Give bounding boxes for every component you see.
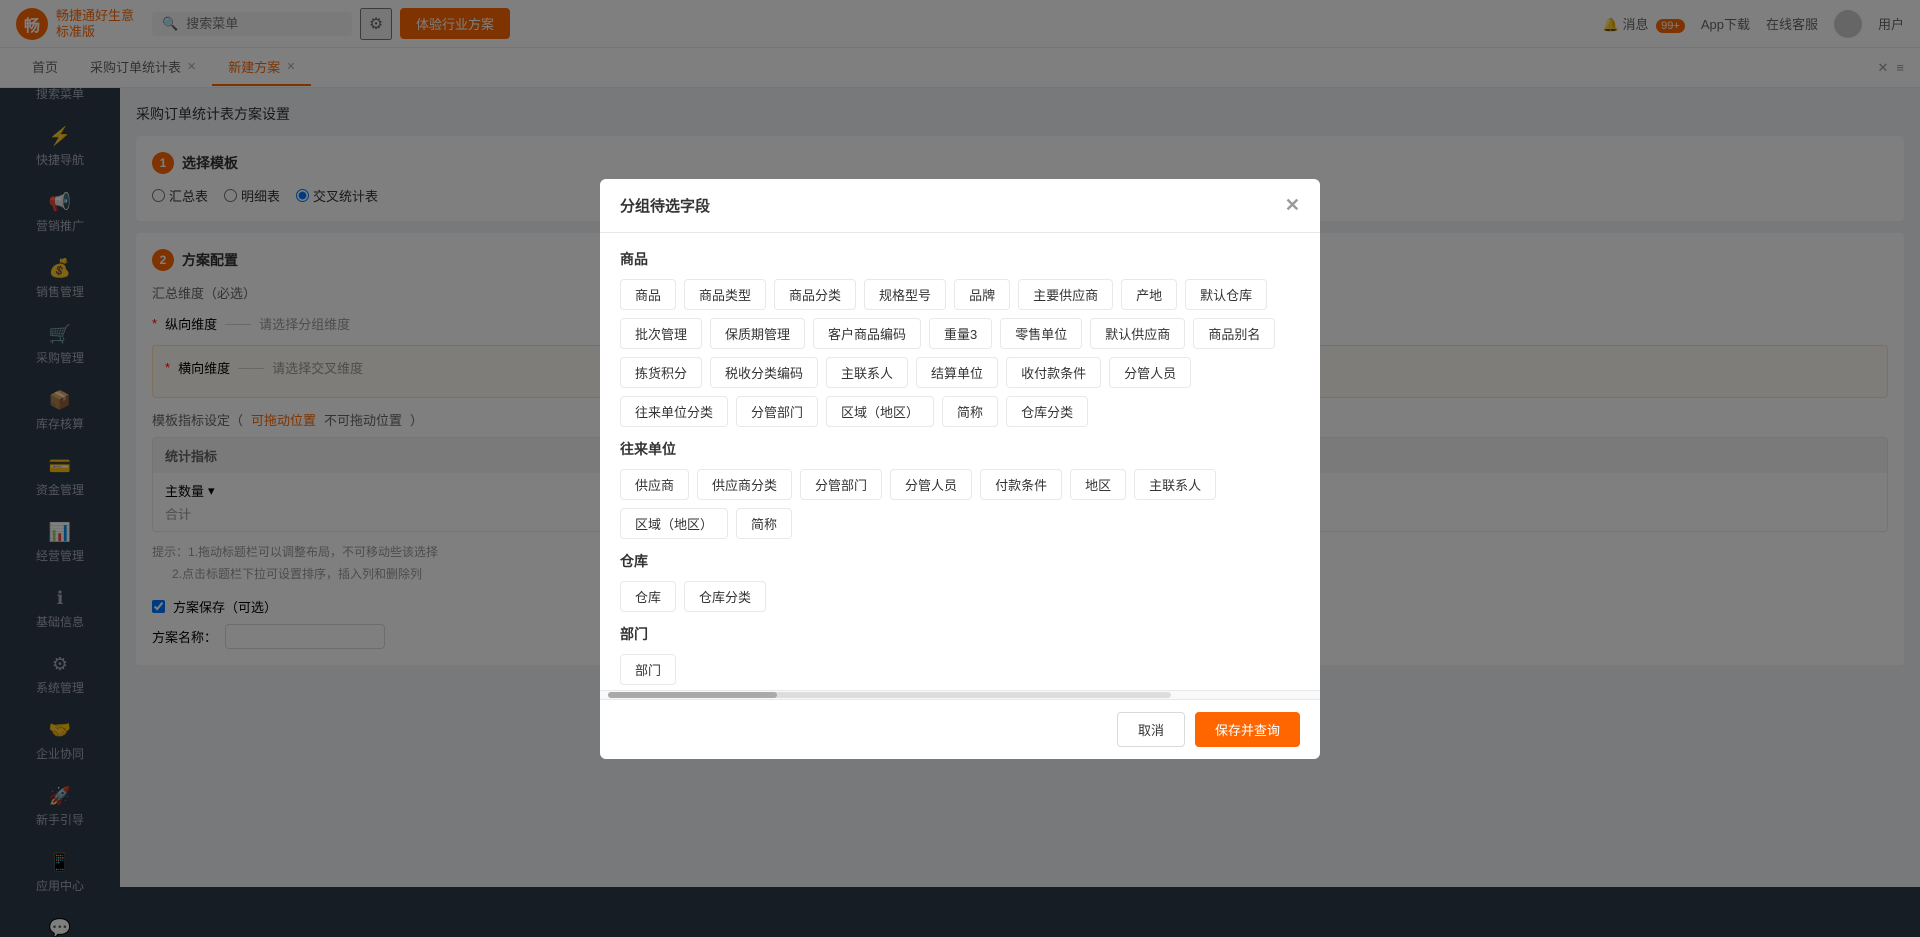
field-tag-0-3[interactable]: 规格型号: [864, 279, 946, 310]
field-tag-0-11[interactable]: 重量3: [929, 318, 992, 349]
field-tag-0-19[interactable]: 收付款条件: [1006, 357, 1101, 388]
field-tag-1-7[interactable]: 区域（地区）: [620, 508, 728, 539]
field-tag-0-7[interactable]: 默认仓库: [1185, 279, 1267, 310]
modal-close-button[interactable]: ✕: [1285, 195, 1300, 216]
modal-footer: 取消 保存并查询: [600, 699, 1320, 759]
modal-overlay: 分组待选字段 ✕ 商品 商品商品类型商品分类规格型号品牌主要供应商产地默认仓库批…: [0, 0, 1920, 937]
modal-title: 分组待选字段: [620, 195, 710, 216]
cancel-button[interactable]: 取消: [1117, 712, 1185, 747]
field-tag-0-15[interactable]: 拣货积分: [620, 357, 702, 388]
section-title-dept: 部门: [620, 624, 1300, 644]
field-tag-0-23[interactable]: 区域（地区）: [826, 396, 934, 427]
modal-hscroll: [600, 690, 1320, 698]
field-tag-1-0[interactable]: 供应商: [620, 469, 689, 500]
field-tag-1-3[interactable]: 分管人员: [890, 469, 972, 500]
fields-grid-dept: 部门: [620, 654, 1300, 685]
field-tag-0-13[interactable]: 默认供应商: [1090, 318, 1185, 349]
fields-grid-warehouse: 仓库仓库分类: [620, 581, 1300, 612]
field-tag-1-2[interactable]: 分管部门: [800, 469, 882, 500]
field-tag-1-1[interactable]: 供应商分类: [697, 469, 792, 500]
field-tag-0-20[interactable]: 分管人员: [1109, 357, 1191, 388]
field-tag-2-1[interactable]: 仓库分类: [684, 581, 766, 612]
save-query-button[interactable]: 保存并查询: [1195, 712, 1300, 747]
field-tag-0-0[interactable]: 商品: [620, 279, 676, 310]
field-tag-2-0[interactable]: 仓库: [620, 581, 676, 612]
field-tag-0-10[interactable]: 客户商品编码: [813, 318, 921, 349]
field-tag-0-21[interactable]: 往来单位分类: [620, 396, 728, 427]
field-tag-0-14[interactable]: 商品别名: [1193, 318, 1275, 349]
field-tag-0-2[interactable]: 商品分类: [774, 279, 856, 310]
section-title-goods: 商品: [620, 249, 1300, 269]
fields-grid-goods: 商品商品类型商品分类规格型号品牌主要供应商产地默认仓库批次管理保质期管理客户商品…: [620, 279, 1300, 427]
field-select-modal: 分组待选字段 ✕ 商品 商品商品类型商品分类规格型号品牌主要供应商产地默认仓库批…: [600, 179, 1320, 759]
field-tag-1-6[interactable]: 主联系人: [1134, 469, 1216, 500]
field-tag-0-6[interactable]: 产地: [1121, 279, 1177, 310]
field-tag-0-18[interactable]: 结算单位: [916, 357, 998, 388]
field-tag-0-17[interactable]: 主联系人: [826, 357, 908, 388]
field-tag-0-16[interactable]: 税收分类编码: [710, 357, 818, 388]
field-tag-0-22[interactable]: 分管部门: [736, 396, 818, 427]
field-tag-0-24[interactable]: 简称: [942, 396, 998, 427]
field-tag-1-5[interactable]: 地区: [1070, 469, 1126, 500]
modal-body[interactable]: 商品 商品商品类型商品分类规格型号品牌主要供应商产地默认仓库批次管理保质期管理客…: [600, 233, 1320, 691]
modal-header: 分组待选字段 ✕: [600, 179, 1320, 233]
field-tag-1-8[interactable]: 简称: [736, 508, 792, 539]
field-tag-0-25[interactable]: 仓库分类: [1006, 396, 1088, 427]
field-tag-1-4[interactable]: 付款条件: [980, 469, 1062, 500]
field-tag-3-0[interactable]: 部门: [620, 654, 676, 685]
fields-grid-partner: 供应商供应商分类分管部门分管人员付款条件地区主联系人区域（地区） 简称: [620, 469, 1300, 539]
field-tag-0-1[interactable]: 商品类型: [684, 279, 766, 310]
section-title-partner: 往来单位: [620, 439, 1300, 459]
field-tag-0-5[interactable]: 主要供应商: [1018, 279, 1113, 310]
field-tag-0-8[interactable]: 批次管理: [620, 318, 702, 349]
field-tag-0-4[interactable]: 品牌: [954, 279, 1010, 310]
field-tag-0-12[interactable]: 零售单位: [1000, 318, 1082, 349]
section-title-warehouse: 仓库: [620, 551, 1300, 571]
field-tag-0-9[interactable]: 保质期管理: [710, 318, 805, 349]
